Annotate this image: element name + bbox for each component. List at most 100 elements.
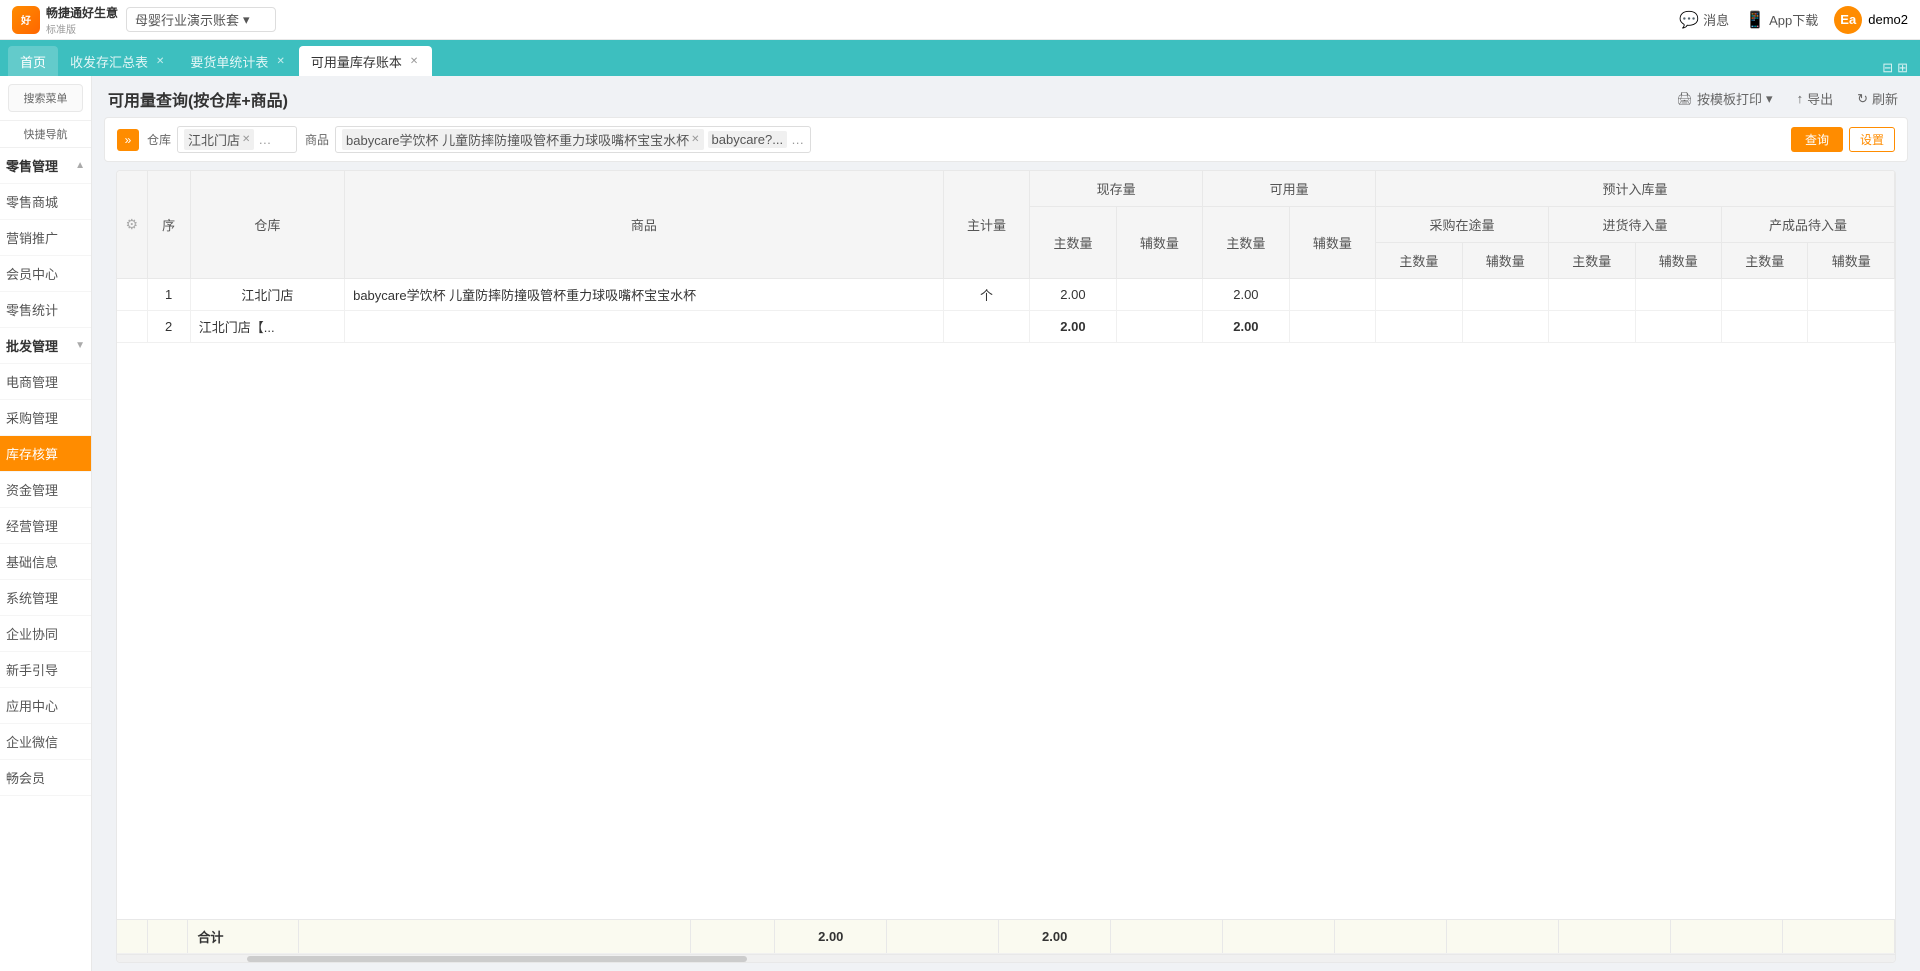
tab-expand-icon[interactable]: ⊞: [1897, 60, 1908, 76]
row2-product: [345, 311, 944, 343]
filter-bar: » 仓库 江北门店 ✕ … 商品 babycare学饮杯 儿童防摔防撞吸管杯重力…: [104, 117, 1908, 162]
tab-available-stock[interactable]: 可用量库存账本 ✕: [299, 46, 432, 76]
col-purchase-main-header: 主数量: [1376, 243, 1462, 279]
sidebar-item-app-center[interactable]: 应用中心: [0, 688, 91, 724]
summary-stock-aux: [887, 920, 999, 954]
tab-available-stock-close[interactable]: ✕: [408, 55, 420, 68]
sidebar-item-ecommerce-label: 电商管理: [6, 372, 58, 391]
sidebar-item-basic-info[interactable]: 基础信息: [0, 544, 91, 580]
query-button[interactable]: 查询: [1791, 127, 1843, 152]
print-button[interactable]: 🖨 按模板打印 ▾: [1671, 86, 1779, 111]
page-actions: 🖨 按模板打印 ▾ ↑ 导出 ↻ 刷新: [1671, 86, 1905, 111]
sidebar-item-wholesale-mgmt[interactable]: 批发管理 ▼: [0, 328, 91, 364]
gear-icon[interactable]: ⚙: [125, 216, 138, 232]
industry-selector[interactable]: 母婴行业演示账套 ▾: [126, 7, 276, 32]
settings-button[interactable]: 设置: [1849, 127, 1895, 152]
tab-receive-send[interactable]: 收发存汇总表 ✕: [58, 46, 178, 76]
sidebar-item-marketing-label: 营销推广: [6, 228, 58, 247]
col-purchase-aux-header: 辅数量: [1462, 243, 1548, 279]
logo-text: 畅捷通好生意 标准版: [46, 4, 118, 36]
page-header: 可用量查询(按仓库+商品) 🖨 按模板打印 ▾ ↑ 导出 ↻ 刷新: [92, 76, 1920, 117]
logo-icon: 好: [12, 6, 40, 34]
table-wrapper: ⚙ 序 仓库 商品 主计量 现存量 可用量 预计入库量: [116, 170, 1896, 963]
row2-production-aux: [1808, 311, 1895, 343]
sidebar-item-finance[interactable]: 资金管理: [0, 472, 91, 508]
tab-minimize-icon[interactable]: ⊟: [1882, 60, 1893, 76]
product-filter-more[interactable]: …: [791, 132, 804, 147]
sidebar-item-member-center[interactable]: 会员中心: [0, 256, 91, 292]
sidebar-item-purchase[interactable]: 采购管理: [0, 400, 91, 436]
sidebar-item-retail-mgmt[interactable]: 零售管理 ▲: [0, 148, 91, 184]
sidebar-item-ecommerce[interactable]: 电商管理: [0, 364, 91, 400]
summary-incoming-aux: [1558, 920, 1670, 954]
content-area: 可用量查询(按仓库+商品) 🖨 按模板打印 ▾ ↑ 导出 ↻ 刷新 »: [92, 76, 1920, 971]
summary-row: 合计 2.00 2.00: [117, 920, 1895, 954]
logo-title: 畅捷通好生意: [46, 4, 118, 21]
summary-label: 合计: [187, 920, 299, 954]
message-action[interactable]: 💬 消息: [1679, 10, 1729, 30]
tab-receive-send-close[interactable]: ✕: [154, 55, 166, 68]
horizontal-scrollbar[interactable]: [117, 954, 1895, 962]
sidebar-item-retail-stats-label: 零售统计: [6, 300, 58, 319]
app-download-action[interactable]: 📱 App下载: [1745, 10, 1818, 30]
col-no-header: 序: [147, 171, 190, 279]
sidebar-item-retail-stats[interactable]: 零售统计: [0, 292, 91, 328]
col-purchase-group-header: 采购在途量: [1376, 207, 1549, 243]
user-area[interactable]: Ea demo2: [1834, 6, 1908, 34]
sidebar-item-ops[interactable]: 经营管理: [0, 508, 91, 544]
warehouse-tag-close[interactable]: ✕: [242, 134, 250, 145]
product-filter-tag1: babycare学饮杯 儿童防摔防撞吸管杯重力球吸嘴杯宝宝水杯 ✕: [342, 129, 703, 150]
warehouse-filter-label: 仓库: [147, 131, 171, 148]
warehouse-filter-input[interactable]: 江北门店 ✕ …: [177, 126, 297, 153]
table-row: 1 江北门店 babycare学饮杯 儿童防摔防撞吸管杯重力球吸嘴杯宝宝水杯 个…: [117, 279, 1895, 311]
main-layout: 搜索菜单 快捷导航 零售管理 ▲ 零售商城 营销推广 会员中心 零售统计 批发管…: [0, 76, 1920, 971]
sidebar-item-member[interactable]: 畅会员: [0, 760, 91, 796]
col-incoming-main-header: 主数量: [1549, 243, 1635, 279]
refresh-button[interactable]: ↻ 刷新: [1851, 86, 1904, 111]
summary-empty1: [117, 920, 147, 954]
tab-home[interactable]: 首页: [8, 46, 58, 76]
row2-purchase-main: [1376, 311, 1462, 343]
warehouse-filter-more[interactable]: …: [258, 132, 271, 147]
row1-production-aux: [1808, 279, 1895, 311]
row1-unit: 个: [943, 279, 1029, 311]
app-download-icon: 📱: [1745, 10, 1765, 30]
col-production-group-header: 产成品待入量: [1721, 207, 1894, 243]
sidebar-item-enterprise[interactable]: 企业协同: [0, 616, 91, 652]
product-tag1-text: babycare学饮杯 儿童防摔防撞吸管杯重力球吸嘴杯宝宝水杯: [346, 130, 689, 149]
row2-incoming-aux: [1635, 311, 1721, 343]
row2-available-main: 2.00: [1203, 311, 1289, 343]
col-product-header: 商品: [345, 171, 944, 279]
tab-order-stats[interactable]: 要货单统计表 ✕: [178, 46, 298, 76]
product-tag1-close[interactable]: ✕: [691, 134, 699, 145]
filter-expand-button[interactable]: »: [117, 129, 139, 151]
industry-selector-text: 母婴行业演示账套: [135, 10, 239, 29]
row1-purchase-main: [1376, 279, 1462, 311]
sidebar-item-system[interactable]: 系统管理: [0, 580, 91, 616]
sidebar-item-new-guide[interactable]: 新手引导: [0, 652, 91, 688]
row1-settings: [117, 279, 147, 311]
app-download-label: App下载: [1769, 10, 1818, 29]
scrollbar-thumb[interactable]: [247, 956, 747, 962]
row1-no: 1: [147, 279, 190, 311]
sidebar-item-marketing[interactable]: 营销推广: [0, 220, 91, 256]
sidebar-item-retail-mall[interactable]: 零售商城: [0, 184, 91, 220]
tab-order-stats-close[interactable]: ✕: [274, 55, 286, 68]
table-footer: 合计 2.00 2.00: [117, 919, 1895, 954]
col-warehouse-header: 仓库: [190, 171, 344, 279]
summary-available-main: 2.00: [999, 920, 1111, 954]
sidebar-item-retail-mall-label: 零售商城: [6, 192, 58, 211]
sidebar-quick-nav[interactable]: 快捷导航: [0, 121, 91, 148]
summary-available-aux: [1111, 920, 1223, 954]
tab-controls[interactable]: ⊟ ⊞: [1878, 60, 1912, 76]
sidebar-search-button[interactable]: 搜索菜单: [8, 84, 83, 112]
sidebar-item-enterprise-wechat[interactable]: 企业微信: [0, 724, 91, 760]
sidebar-item-finance-label: 资金管理: [6, 480, 58, 499]
sidebar-item-inventory[interactable]: 库存核算: [0, 436, 91, 472]
sidebar-section: 零售管理 ▲ 零售商城 营销推广 会员中心 零售统计 批发管理 ▼ 电商管理: [0, 148, 91, 796]
export-button[interactable]: ↑ 导出: [1791, 86, 1840, 111]
product-filter-input[interactable]: babycare学饮杯 儿童防摔防撞吸管杯重力球吸嘴杯宝宝水杯 ✕ babyca…: [335, 126, 811, 153]
row2-settings: [117, 311, 147, 343]
table-scroll-area[interactable]: ⚙ 序 仓库 商品 主计量 现存量 可用量 预计入库量: [117, 171, 1895, 919]
col-stock-group-header: 现存量: [1030, 171, 1203, 207]
